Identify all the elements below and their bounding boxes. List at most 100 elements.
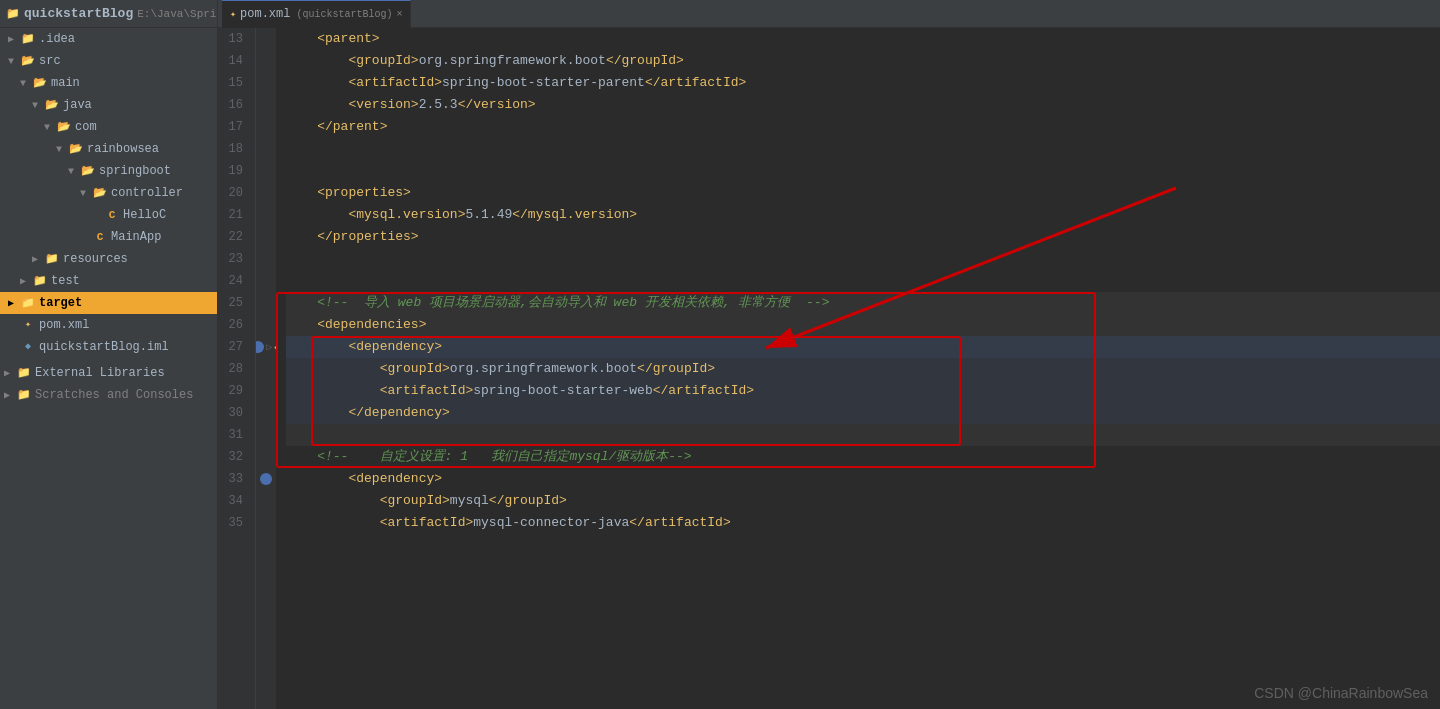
gutter-27: ▷ ◆ xyxy=(256,336,276,358)
line-num-29: 29 xyxy=(218,380,249,402)
iml-icon: ◆ xyxy=(20,339,36,355)
folder-icon: 📂 xyxy=(92,185,108,201)
arrow-icon xyxy=(20,275,32,287)
gutter-19 xyxy=(256,160,276,182)
folder-icon: 📂 xyxy=(56,119,72,135)
arrow-icon xyxy=(4,389,16,401)
editor-main: ✦ pom.xml (quickstartBlog) × 13 14 15 16… xyxy=(218,0,1440,709)
code-line-29: <artifactId>spring-boot-starter-web</art… xyxy=(286,380,1440,402)
code-line-27: <dependency> xyxy=(286,336,1440,358)
code-line-15: <artifactId>spring-boot-starter-parent</… xyxy=(286,72,1440,94)
code-line-14: <groupId>org.springframework.boot</group… xyxy=(286,50,1440,72)
external-label: External Libraries xyxy=(35,366,165,380)
line-num-23: 23 xyxy=(218,248,249,270)
arrow-icon xyxy=(68,166,80,177)
scratches-label: Scratches and Consoles xyxy=(35,388,193,402)
tab-project: (quickstartBlog) xyxy=(296,9,392,20)
watermark: CSDN @ChinaRainbowSea xyxy=(1254,685,1428,701)
sidebar-item-com[interactable]: 📂 com xyxy=(0,116,217,138)
gutter-13 xyxy=(256,28,276,50)
code-line-17: </parent> xyxy=(286,116,1440,138)
sidebar-item-test[interactable]: 📁 test xyxy=(0,270,217,292)
com-label: com xyxy=(75,120,97,134)
line-num-18: 18 xyxy=(218,138,249,160)
test-label: test xyxy=(51,274,80,288)
idea-label: .idea xyxy=(39,32,75,46)
arrow-icon xyxy=(32,253,44,265)
gutter-26 xyxy=(256,314,276,336)
code-line-25: <!-- 导入 web 项目场景启动器,会自动导入和 web 开发相关依赖, 非… xyxy=(286,292,1440,314)
sidebar-item-iml[interactable]: ◆ quickstartBlog.iml xyxy=(0,336,217,358)
tab-label: pom.xml xyxy=(240,7,290,21)
code-editor[interactable]: 13 14 15 16 17 18 19 20 21 22 23 24 25 2… xyxy=(218,28,1440,709)
project-icon: 📁 xyxy=(6,7,20,20)
project-name[interactable]: quickstartBlog xyxy=(24,6,133,21)
code-line-28: <groupId>org.springframework.boot</group… xyxy=(286,358,1440,380)
sidebar-item-helloc[interactable]: C HelloC xyxy=(0,204,217,226)
folder-icon: 📁 xyxy=(32,273,48,289)
sidebar-item-idea[interactable]: 📁 .idea xyxy=(0,28,217,50)
sidebar-item-controller[interactable]: 📂 controller xyxy=(0,182,217,204)
debug-icon-27[interactable] xyxy=(256,341,264,353)
src-label: src xyxy=(39,54,61,68)
xml-icon: ✦ xyxy=(20,317,36,333)
line-num-19: 19 xyxy=(218,160,249,182)
rainbowsea-label: rainbowsea xyxy=(87,142,159,156)
line-num-24: 24 xyxy=(218,270,249,292)
code-line-30: </dependency> xyxy=(286,402,1440,424)
arrow-icon xyxy=(32,100,44,111)
sidebar-item-resources[interactable]: 📁 resources xyxy=(0,248,217,270)
sidebar-item-external[interactable]: 📁 External Libraries xyxy=(0,362,217,384)
sidebar-item-pom[interactable]: ✦ pom.xml xyxy=(0,314,217,336)
tab-close-button[interactable]: × xyxy=(396,9,402,20)
line-numbers: 13 14 15 16 17 18 19 20 21 22 23 24 25 2… xyxy=(218,28,256,709)
arrow-icon xyxy=(8,297,20,309)
sidebar-item-rainbowsea[interactable]: 📂 rainbowsea xyxy=(0,138,217,160)
code-line-33: <dependency> xyxy=(286,468,1440,490)
code-line-34: <groupId>mysql</groupId> xyxy=(286,490,1440,512)
arrow-icon xyxy=(8,33,20,45)
gutter-21 xyxy=(256,204,276,226)
gutter-18 xyxy=(256,138,276,160)
sidebar-item-src[interactable]: 📂 src xyxy=(0,50,217,72)
arrow-icon xyxy=(4,367,16,379)
sidebar-item-target[interactable]: 📁 target xyxy=(0,292,217,314)
sidebar-item-java[interactable]: 📂 java xyxy=(0,94,217,116)
gutter-20 xyxy=(256,182,276,204)
java-label: java xyxy=(63,98,92,112)
sidebar-item-springboot[interactable]: 📂 springboot xyxy=(0,160,217,182)
folder-icon: 📂 xyxy=(44,97,60,113)
gutter-31 xyxy=(256,424,276,446)
helloc-label: HelloC xyxy=(123,208,166,222)
debug-icon-33[interactable] xyxy=(260,473,272,485)
code-content[interactable]: <parent> <groupId>org.springframework.bo… xyxy=(276,28,1440,709)
sidebar: 📁 quickstartBlog E:\Java\SpringBo 📁 .ide… xyxy=(0,0,218,709)
line-num-34: 34 xyxy=(218,490,249,512)
main-label: main xyxy=(51,76,80,90)
code-line-26: <dependencies> xyxy=(286,314,1440,336)
line-num-30: 30 xyxy=(218,402,249,424)
code-line-31 xyxy=(286,424,1440,446)
line-num-16: 16 xyxy=(218,94,249,116)
gutter-15 xyxy=(256,72,276,94)
springboot-label: springboot xyxy=(99,164,171,178)
tab-pom-xml[interactable]: ✦ pom.xml (quickstartBlog) × xyxy=(222,0,411,28)
sidebar-item-scratches[interactable]: 📁 Scratches and Consoles xyxy=(0,384,217,406)
code-line-13: <parent> xyxy=(286,28,1440,50)
line-num-22: 22 xyxy=(218,226,249,248)
line-num-25: 25 xyxy=(218,292,249,314)
sidebar-item-mainapp[interactable]: C MainApp xyxy=(0,226,217,248)
arrow-icon xyxy=(8,56,20,67)
folder-icon: 📁 xyxy=(20,295,36,311)
pom-label: pom.xml xyxy=(39,318,89,332)
bookmark-27: ▷ xyxy=(266,341,272,353)
target-label: target xyxy=(39,296,82,310)
folder-icon: 📁 xyxy=(20,31,36,47)
sidebar-item-main[interactable]: 📂 main xyxy=(0,72,217,94)
code-line-32: <!-- 自定义设置: 1 我们自己指定mysql/驱动版本--> xyxy=(286,446,1440,468)
project-path: E:\Java\SpringBo xyxy=(137,8,218,20)
line-num-28: 28 xyxy=(218,358,249,380)
arrow-icon xyxy=(44,122,56,133)
gutter-16 xyxy=(256,94,276,116)
xml-tab-icon: ✦ xyxy=(230,8,236,20)
